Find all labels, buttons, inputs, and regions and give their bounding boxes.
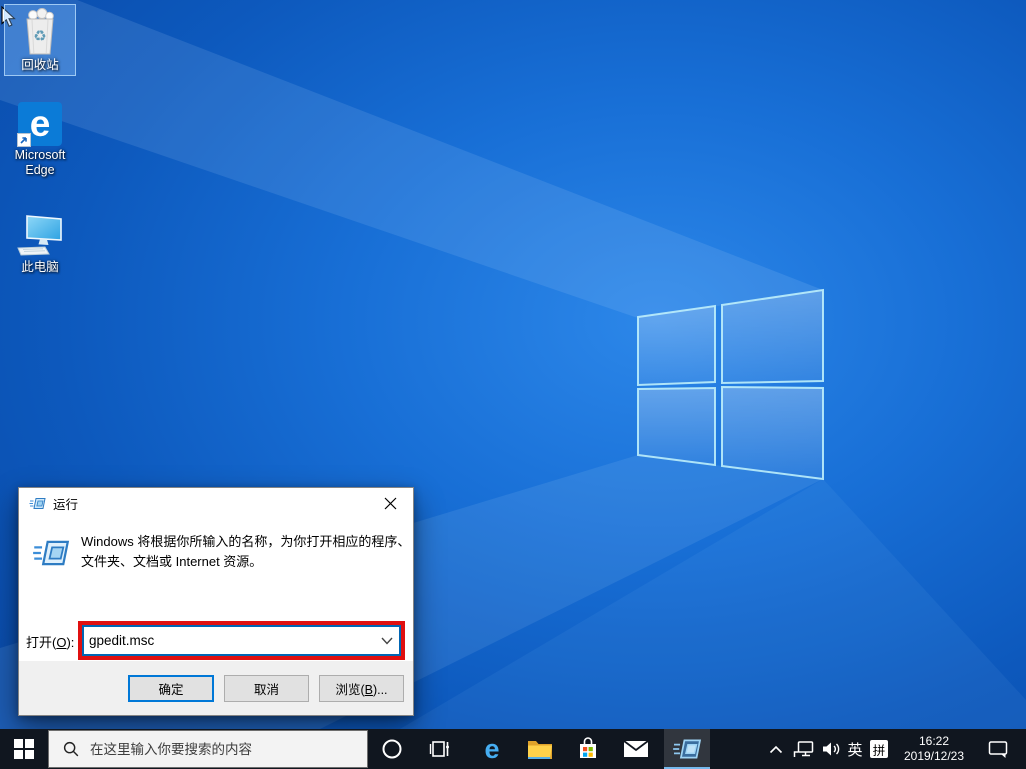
windows-start-icon — [14, 739, 34, 759]
desktop-icon-label: Microsoft Edge — [6, 148, 74, 178]
desktop-icon-label: 回收站 — [21, 58, 59, 73]
recycle-bin-icon: ♻ — [20, 8, 60, 56]
search-icon — [62, 740, 80, 758]
screen: ♻ 回收站 e Microsoft Edge — [0, 0, 1026, 769]
taskbar-app-store[interactable] — [566, 729, 610, 769]
chevron-up-icon — [769, 745, 783, 754]
desktop-icon-microsoft-edge[interactable]: e Microsoft Edge — [4, 98, 76, 181]
mail-icon — [623, 739, 649, 759]
browse-button[interactable]: 浏览(B)... — [319, 675, 404, 702]
ime-label: 拼 — [870, 740, 888, 758]
desktop-icon-recycle-bin[interactable]: ♻ 回收站 — [4, 4, 76, 76]
taskbar-app-edge[interactable]: e — [470, 729, 514, 769]
cortana-icon — [381, 738, 403, 760]
run-dialog-body: Windows 将根据你所输入的名称，为你打开相应的程序、 文件夹、文档或 In… — [19, 518, 413, 663]
run-dialog-title: 运行 — [53, 494, 78, 513]
this-pc-icon — [16, 214, 64, 258]
desktop-icon-this-pc[interactable]: 此电脑 — [4, 210, 76, 278]
run-dialog-message: Windows 将根据你所输入的名称，为你打开相应的程序、 文件夹、文档或 In… — [81, 532, 410, 572]
taskbar-app-file-explorer[interactable] — [518, 729, 562, 769]
annotation-highlight-box — [78, 621, 405, 660]
taskbar-clock[interactable]: 16:22 2019/12/23 — [896, 729, 972, 769]
language-label: 英 — [847, 739, 862, 760]
tray-expand-button[interactable] — [764, 729, 788, 769]
store-icon — [576, 736, 600, 762]
open-label: 打开(O): — [26, 632, 74, 651]
run-dialog-footer: 确定 取消 浏览(B)... — [19, 661, 413, 715]
run-dialog-icon — [32, 536, 70, 570]
clock-time: 16:22 — [919, 734, 949, 749]
ok-button[interactable]: 确定 — [128, 675, 214, 702]
cancel-button[interactable]: 取消 — [224, 675, 309, 702]
open-input[interactable] — [84, 633, 375, 648]
task-view-button[interactable] — [418, 729, 462, 769]
ime-indicator[interactable]: 拼 — [866, 729, 892, 769]
shortcut-arrow-icon — [17, 133, 31, 147]
clock-date: 2019/12/23 — [904, 749, 964, 764]
start-button[interactable] — [0, 729, 48, 769]
language-indicator[interactable]: 英 — [842, 729, 868, 769]
taskbar-app-mail[interactable] — [614, 729, 658, 769]
action-center-button[interactable] — [976, 729, 1020, 769]
task-view-icon — [429, 738, 451, 760]
network-tray-button[interactable] — [790, 729, 818, 769]
open-combobox[interactable] — [82, 625, 401, 656]
file-explorer-icon — [527, 738, 553, 760]
chevron-down-icon[interactable] — [375, 627, 399, 654]
search-input[interactable] — [90, 742, 367, 757]
network-icon — [793, 739, 815, 759]
svg-text:e: e — [30, 103, 51, 144]
close-button[interactable] — [368, 488, 413, 518]
close-icon — [384, 497, 397, 510]
edge-icon: e — [18, 102, 62, 146]
run-titlebar-icon — [29, 496, 46, 511]
cortana-button[interactable] — [370, 729, 414, 769]
volume-tray-button[interactable] — [818, 729, 844, 769]
run-dialog-titlebar[interactable]: 运行 — [19, 488, 413, 518]
action-center-icon — [988, 739, 1009, 759]
svg-text:♻: ♻ — [33, 28, 46, 45]
desktop-icon-label: 此电脑 — [21, 260, 59, 275]
taskbar: e — [0, 729, 1026, 769]
run-dialog: 运行 Windows 将根据你所输入的名称，为你打开相应的程序、 文件夹、文档或… — [18, 487, 414, 716]
taskbar-app-run-active[interactable] — [664, 729, 710, 769]
desktop[interactable]: ♻ 回收站 e Microsoft Edge — [0, 0, 1026, 729]
taskbar-search[interactable] — [48, 730, 368, 768]
run-taskbar-icon — [672, 736, 702, 762]
volume-icon — [821, 740, 841, 758]
edge-taskbar-icon: e — [484, 736, 499, 763]
